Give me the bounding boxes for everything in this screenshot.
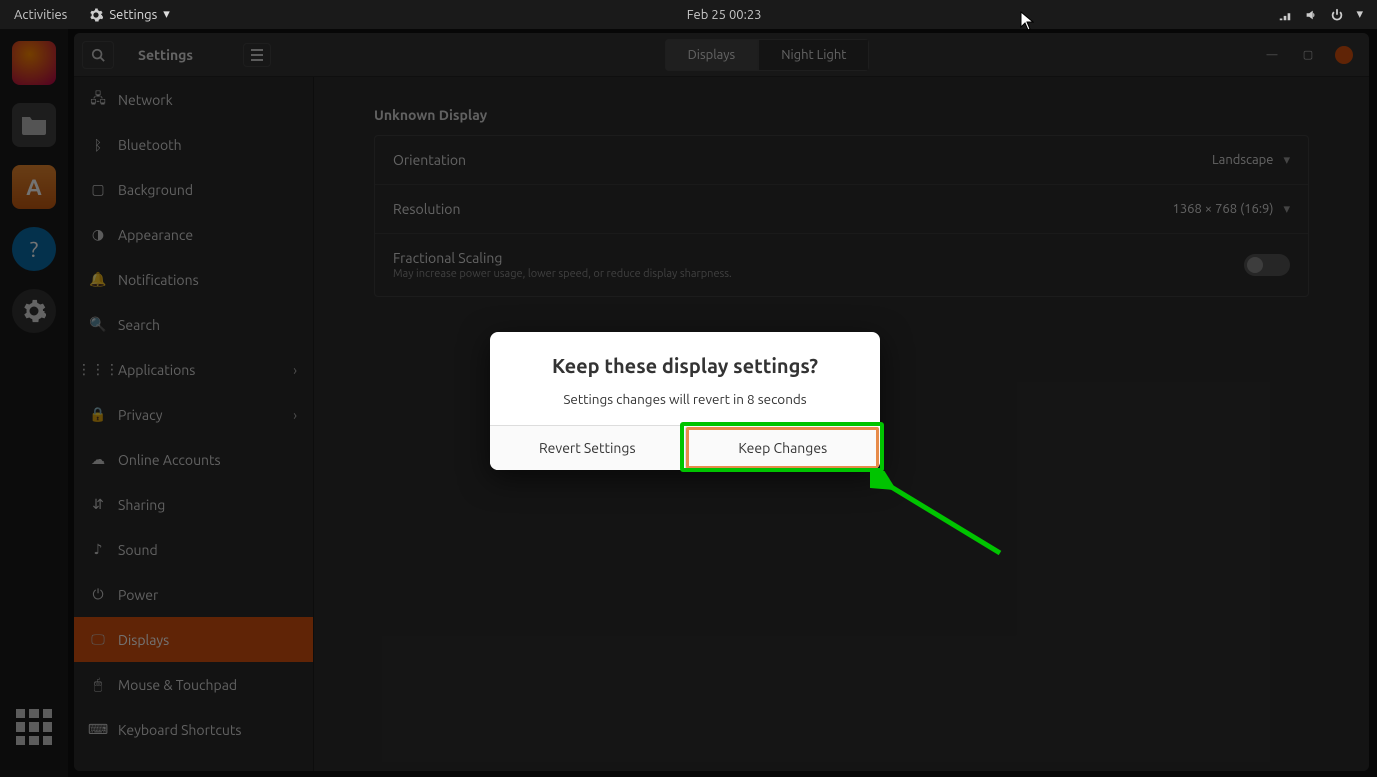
dialog-message: Settings changes will revert in 8 second… [510, 391, 860, 407]
network-icon[interactable] [1278, 8, 1292, 22]
cursor-icon [1020, 11, 1034, 31]
keep-settings-dialog: Keep these display settings? Settings ch… [490, 332, 880, 470]
chevron-down-icon[interactable]: ▾ [1356, 7, 1363, 22]
gnome-topbar: Activities Settings ▾ Feb 25 00:23 ▾ [0, 0, 1377, 29]
app-menu-label: Settings [109, 8, 157, 22]
revert-settings-button[interactable]: Revert Settings [490, 426, 685, 470]
desktop: A ? Settings D [0, 29, 1377, 777]
clock[interactable]: Feb 25 00:23 [170, 8, 1279, 22]
power-icon[interactable] [1330, 8, 1344, 22]
volume-icon[interactable] [1304, 8, 1318, 22]
dialog-title: Keep these display settings? [510, 354, 860, 377]
app-menu[interactable]: Settings ▾ [89, 7, 169, 22]
activities-button[interactable]: Activities [14, 8, 67, 22]
keep-changes-button[interactable]: Keep Changes [685, 426, 881, 470]
gear-icon [89, 8, 103, 22]
